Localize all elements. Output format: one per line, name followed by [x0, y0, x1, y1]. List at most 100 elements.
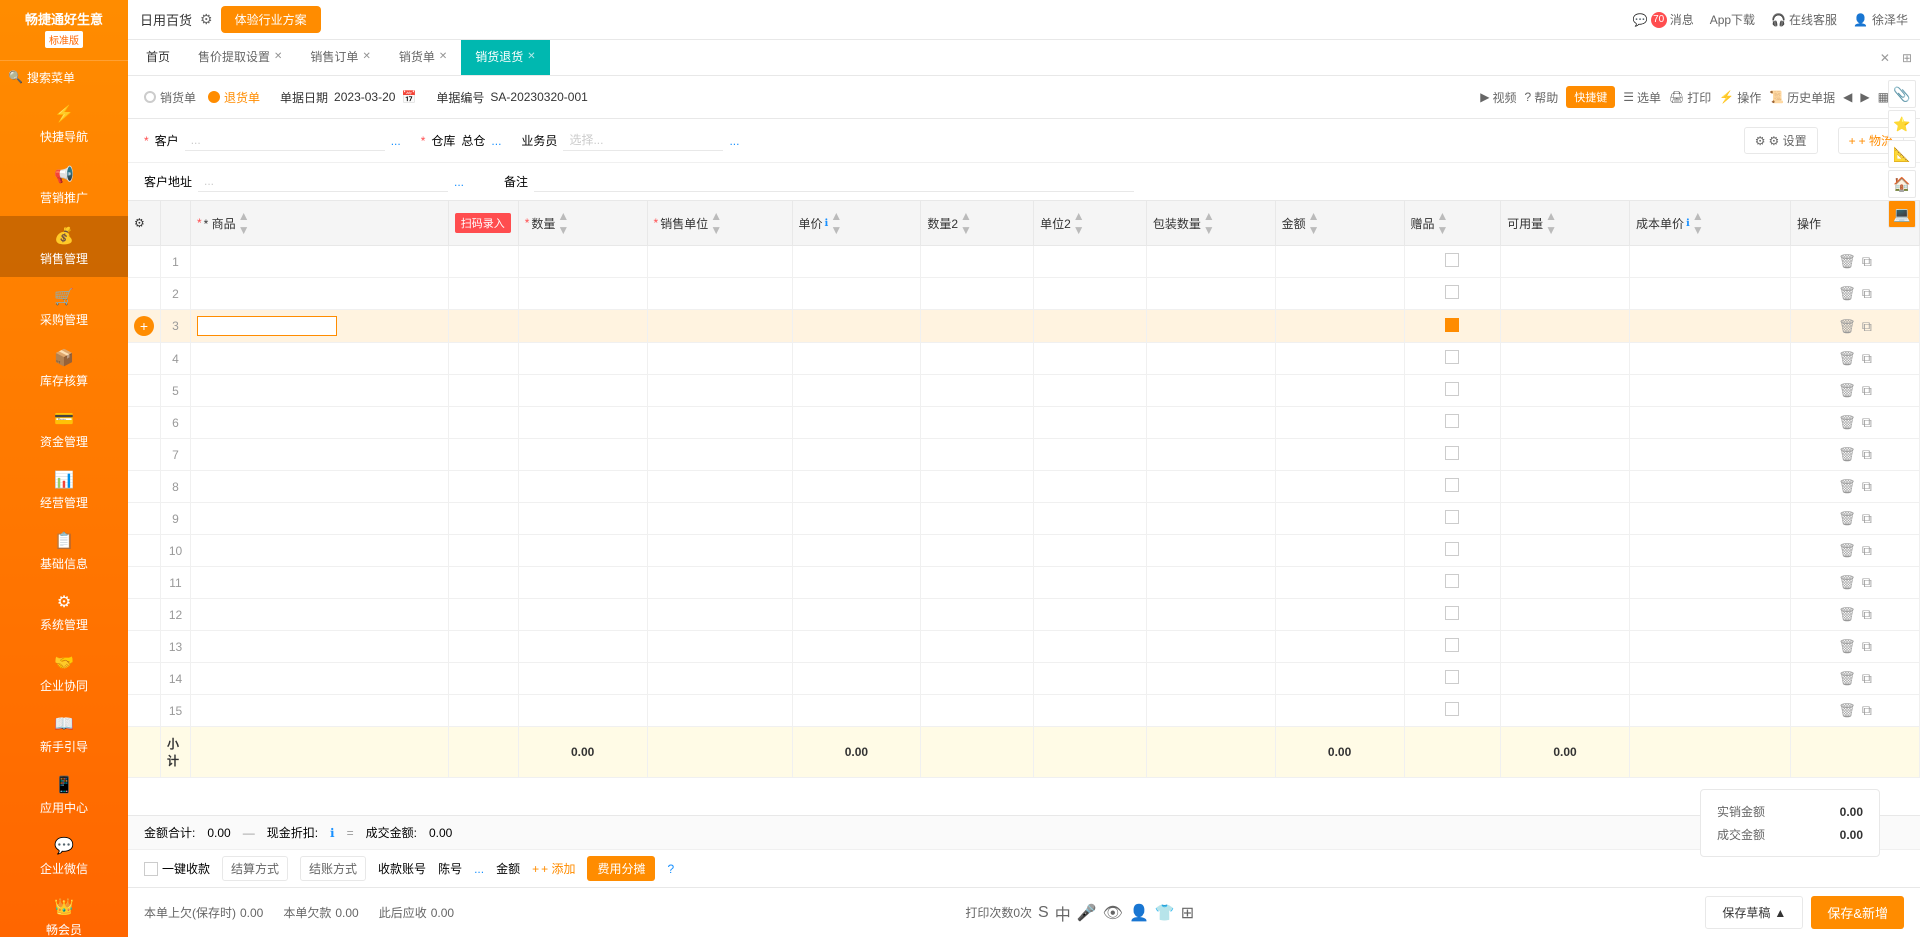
row-amount[interactable] — [1275, 631, 1404, 663]
row-available[interactable] — [1501, 246, 1630, 278]
row-gear[interactable]: + — [128, 310, 161, 343]
row-price[interactable] — [792, 663, 921, 695]
copy-row-btn[interactable]: ⧉ — [1862, 510, 1872, 527]
row-unit2[interactable] — [1034, 246, 1147, 278]
row-cost-price[interactable] — [1629, 503, 1790, 535]
remark-input[interactable] — [534, 171, 1134, 192]
row-gift[interactable] — [1404, 343, 1501, 375]
tab-sales-order[interactable]: 销售订单 ✕ — [296, 40, 384, 75]
row-unit2[interactable] — [1034, 375, 1147, 407]
row-gift[interactable] — [1404, 407, 1501, 439]
row-available[interactable] — [1501, 535, 1630, 567]
row-product[interactable] — [191, 663, 449, 695]
row-gear[interactable] — [128, 407, 161, 439]
sidebar-item-search[interactable]: 🔍 搜索菜单 — [0, 61, 128, 94]
table-row[interactable]: 5🗑⧉ — [128, 375, 1920, 407]
table-row[interactable]: 12🗑⧉ — [128, 599, 1920, 631]
row-unit2[interactable] — [1034, 599, 1147, 631]
row-cost-price[interactable] — [1629, 535, 1790, 567]
gift-checkbox[interactable] — [1445, 478, 1459, 492]
row-product[interactable] — [191, 503, 449, 535]
row-unit2[interactable] — [1034, 535, 1147, 567]
row-gear[interactable] — [128, 375, 161, 407]
row-pkg-qty[interactable] — [1146, 407, 1275, 439]
col-cost-info-icon[interactable]: ℹ — [1686, 218, 1690, 229]
row-amount[interactable] — [1275, 663, 1404, 695]
row-gear[interactable] — [128, 695, 161, 727]
row-product[interactable] — [191, 471, 449, 503]
col-cost-sort[interactable]: ▲▼ — [1692, 209, 1704, 237]
row-gear[interactable] — [128, 567, 161, 599]
row-pkg-qty[interactable] — [1146, 503, 1275, 535]
delete-row-btn[interactable]: 🗑 — [1838, 350, 1856, 367]
customer-input[interactable] — [185, 130, 385, 151]
fee-split-btn[interactable]: 费用分摊 — [587, 856, 655, 881]
row-quantity[interactable] — [518, 503, 647, 535]
row-cost-price[interactable] — [1629, 246, 1790, 278]
salesperson-input[interactable] — [563, 130, 723, 151]
row-pkg-qty[interactable] — [1146, 310, 1275, 343]
row-cost-price[interactable] — [1629, 599, 1790, 631]
row-pkg-qty[interactable] — [1146, 343, 1275, 375]
row-gear[interactable] — [128, 278, 161, 310]
copy-row-btn[interactable]: ⧉ — [1862, 285, 1872, 302]
right-panel-btn-3[interactable]: 📐 — [1888, 140, 1916, 168]
copy-row-btn[interactable]: ⧉ — [1862, 382, 1872, 399]
gift-checkbox[interactable] — [1445, 446, 1459, 460]
col-pkg-sort[interactable]: ▲▼ — [1203, 209, 1215, 237]
sidebar-item-system[interactable]: ⚙ 系统管理 — [0, 582, 128, 643]
row-qty2[interactable] — [921, 503, 1034, 535]
add-fee-btn[interactable]: + + 添加 — [532, 860, 575, 877]
row-qty2[interactable] — [921, 663, 1034, 695]
radio-return-bill[interactable]: 退货单 — [208, 89, 260, 106]
row-gift[interactable] — [1404, 503, 1501, 535]
row-price[interactable] — [792, 375, 921, 407]
history-btn[interactable]: 📜 历史单据 — [1769, 89, 1835, 106]
row-quantity[interactable] — [518, 310, 647, 343]
row-available[interactable] — [1501, 631, 1630, 663]
tab-price-close-icon[interactable]: ✕ — [274, 51, 282, 62]
row-gift[interactable] — [1404, 278, 1501, 310]
copy-row-btn[interactable]: ⧉ — [1862, 702, 1872, 719]
row-unit[interactable] — [647, 407, 792, 439]
account-more-btn[interactable]: ... — [474, 862, 484, 876]
copy-row-btn[interactable]: ⧉ — [1862, 542, 1872, 559]
sidebar-item-sales[interactable]: 💰 销售管理 — [0, 216, 128, 277]
copy-row-btn[interactable]: ⧉ — [1862, 446, 1872, 463]
gift-checkbox[interactable] — [1445, 606, 1459, 620]
row-quantity[interactable] — [518, 535, 647, 567]
sidebar-item-basics[interactable]: 📋 基础信息 — [0, 521, 128, 582]
row-product[interactable] — [191, 535, 449, 567]
scan-input-btn[interactable]: 扫码录入 — [455, 213, 511, 233]
row-product[interactable] — [191, 375, 449, 407]
row-gift[interactable] — [1404, 567, 1501, 599]
table-row[interactable]: 6🗑⧉ — [128, 407, 1920, 439]
col-qty2-sort[interactable]: ▲▼ — [960, 209, 972, 237]
row-quantity[interactable] — [518, 246, 647, 278]
delete-row-btn[interactable]: 🗑 — [1838, 478, 1856, 495]
table-row[interactable]: 4🗑⧉ — [128, 343, 1920, 375]
tab-close-all-btn[interactable]: ✕ — [1876, 49, 1894, 67]
row-amount[interactable] — [1275, 246, 1404, 278]
col-gift-sort[interactable]: ▲▼ — [1437, 209, 1449, 237]
row-unit2[interactable] — [1034, 503, 1147, 535]
customer-more-btn[interactable]: ... — [391, 134, 401, 148]
col-product-sort[interactable]: ▲▼ — [238, 209, 250, 237]
right-panel-btn-2[interactable]: ⭐ — [1888, 110, 1916, 138]
product-input[interactable] — [197, 316, 337, 336]
row-amount[interactable] — [1275, 375, 1404, 407]
row-price[interactable] — [792, 631, 921, 663]
sidebar-item-quick-nav[interactable]: ⚡ 快捷导航 — [0, 94, 128, 155]
row-gear[interactable] — [128, 343, 161, 375]
row-amount[interactable] — [1275, 503, 1404, 535]
delete-row-btn[interactable]: 🗑 — [1838, 446, 1856, 463]
row-pkg-qty[interactable] — [1146, 375, 1275, 407]
row-unit2[interactable] — [1034, 407, 1147, 439]
row-quantity[interactable] — [518, 695, 647, 727]
row-price[interactable] — [792, 567, 921, 599]
discount-info-icon[interactable]: ℹ — [330, 826, 335, 840]
table-row[interactable]: 13🗑⧉ — [128, 631, 1920, 663]
row-unit[interactable] — [647, 471, 792, 503]
tab-return[interactable]: 销货退货 ✕ — [461, 40, 549, 75]
row-amount[interactable] — [1275, 695, 1404, 727]
